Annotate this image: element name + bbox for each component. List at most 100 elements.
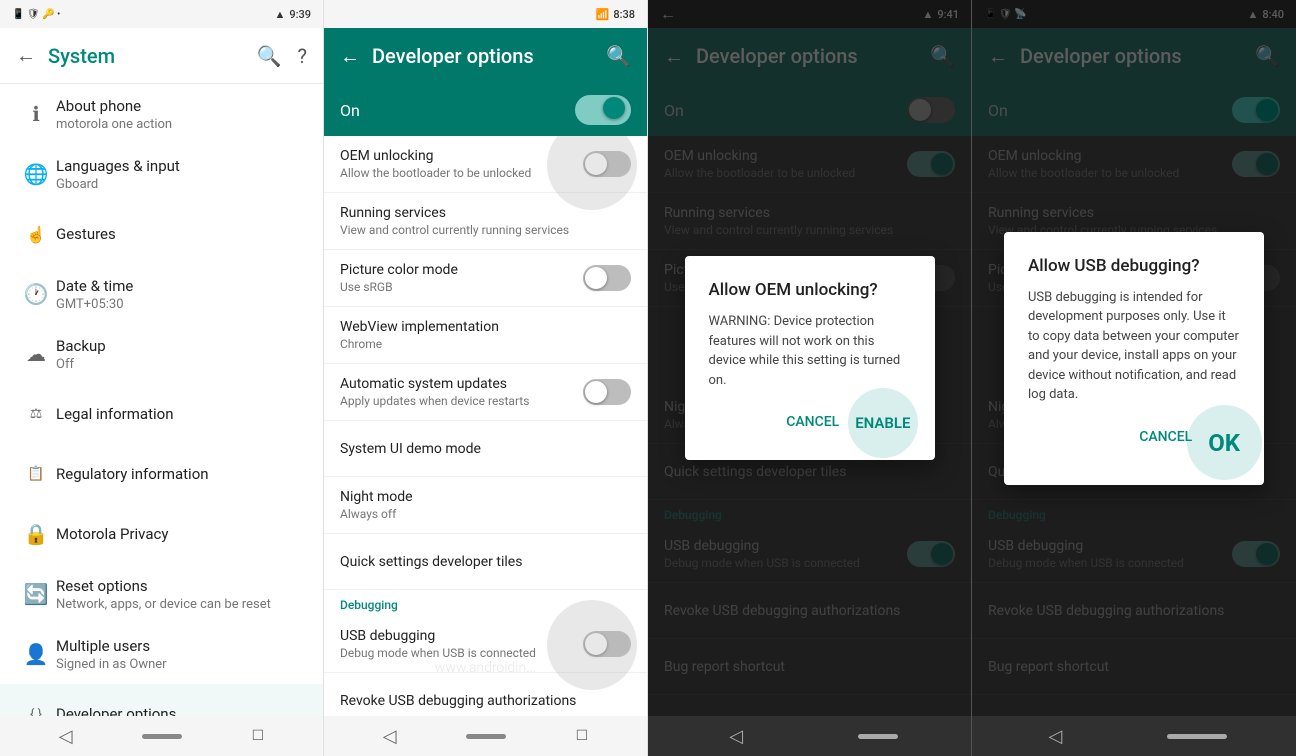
oem-sub-2: Allow the bootloader to be unlocked	[340, 166, 531, 180]
nav-home-3[interactable]	[858, 734, 898, 739]
help-icon-1[interactable]: ?	[298, 44, 307, 68]
nav-back-2[interactable]: ◁	[375, 722, 405, 751]
regulatory-title: Regulatory information	[56, 465, 307, 483]
auto-updates-2[interactable]: Automatic system updates Apply updates w…	[324, 364, 647, 421]
menu-item-datetime[interactable]: 🕐 Date & time GMT+05:30	[0, 264, 323, 324]
menu-item-about[interactable]: ℹ About phone motorola one action	[0, 84, 323, 144]
dev-toggle-2[interactable]	[575, 95, 631, 125]
panel-developer-options: 📶 8:38 ← Developer options 🔍 On OEM unlo…	[324, 0, 648, 756]
users-title: Multiple users	[56, 637, 307, 655]
pc-toggle-2[interactable]	[583, 265, 631, 291]
app-bar-icons-1: 🔍 ?	[257, 44, 307, 68]
ok-btn-container: OK	[1208, 425, 1240, 461]
menu-item-users[interactable]: 👤 Multiple users Signed in as Owner	[0, 624, 323, 684]
usb-cancel-btn[interactable]: Cancel	[1139, 425, 1192, 461]
languages-icon: 🌐	[16, 162, 56, 186]
about-icon: ℹ	[16, 102, 56, 126]
usb-circle-overlay-2	[547, 600, 637, 690]
oem-dialog-body: WARNING: Device protection features will…	[709, 312, 911, 390]
menu-item-gestures[interactable]: ☝ Gestures	[0, 204, 323, 264]
oem-cancel-btn[interactable]: Cancel	[786, 410, 839, 436]
datetime-sub: GMT+05:30	[56, 297, 307, 312]
au-title-2: Automatic system updates	[340, 376, 529, 392]
users-icon: 👤	[16, 642, 56, 666]
time-1: 9:39	[289, 8, 311, 21]
menu-item-backup[interactable]: ☁ Backup Off	[0, 324, 323, 384]
reset-title: Reset options	[56, 577, 307, 595]
backup-icon: ☁	[16, 342, 56, 366]
about-sub: motorola one action	[56, 117, 307, 132]
nav-home-2[interactable]	[466, 734, 506, 739]
settings-list-1: ℹ About phone motorola one action 🌐 Lang…	[0, 84, 323, 716]
reset-sub: Network, apps, or device can be reset	[56, 597, 307, 612]
wifi-icon-1: ▲	[274, 8, 285, 21]
time-2: 8:38	[613, 8, 635, 21]
legal-icon: ⚖	[16, 406, 56, 422]
pc-sub-2: Use sRGB	[340, 280, 458, 294]
status-bar-1: 📱 🛡 🔑 • ▲ 9:39	[0, 0, 323, 28]
oem-enable-btn[interactable]: Enable	[855, 410, 910, 436]
search-icon-2[interactable]: 🔍	[606, 44, 631, 68]
nav-bar-4: ◁	[972, 716, 1296, 756]
wv-title-2: WebView implementation	[340, 319, 631, 335]
nm-sub-2: Always off	[340, 507, 631, 521]
nav-bar-3: ◁	[648, 716, 971, 756]
nav-home-4[interactable]	[1167, 734, 1227, 739]
back-button-2[interactable]: ←	[340, 44, 360, 69]
oem-dialog-title: Allow OEM unlocking?	[709, 280, 911, 300]
status-right-1: ▲ 9:39	[274, 8, 311, 21]
usb-dialog-title: Allow USB debugging?	[1028, 256, 1240, 276]
app-bar-1: ← System 🔍 ?	[0, 28, 323, 84]
ui-demo-2[interactable]: System UI demo mode	[324, 421, 647, 477]
webview-2[interactable]: WebView implementation Chrome	[324, 307, 647, 364]
users-sub: Signed in as Owner	[56, 657, 307, 672]
app-bar-title-1: System	[48, 44, 115, 68]
backup-title: Backup	[56, 337, 307, 355]
search-icon-1[interactable]: 🔍	[257, 44, 282, 68]
dev-on-label-2: On	[340, 101, 575, 120]
nav-back-4[interactable]: ◁	[1041, 722, 1071, 751]
app-bar-2: ← Developer options 🔍	[324, 28, 647, 84]
wv-sub-2: Chrome	[340, 337, 631, 351]
regulatory-icon: 📋	[16, 466, 56, 482]
oem-title-2: OEM unlocking	[340, 148, 531, 164]
rv-title-2: Revoke USB debugging authorizations	[340, 693, 631, 709]
usb-dialog-actions: Cancel OK	[1028, 425, 1240, 461]
wifi-icon-2: 📶	[596, 8, 610, 21]
dev-on-header-2: On	[324, 84, 647, 136]
status-bar-2: 📶 8:38	[324, 0, 647, 28]
qs-tiles-2[interactable]: Quick settings developer tiles	[324, 534, 647, 590]
oem-row-container: OEM unlocking Allow the bootloader to be…	[324, 136, 647, 193]
menu-item-developer[interactable]: { } Developer options	[0, 684, 323, 716]
usb-dialog: Allow USB debugging? USB debugging is in…	[1004, 232, 1264, 485]
usb-row-container: USB debugging Debug mode when USB is con…	[324, 616, 647, 673]
panel-usb-dialog: 📱 🛡 📡 ▲ 8:40 ← Developer options 🔍 On OE…	[972, 0, 1296, 756]
menu-item-privacy[interactable]: 🔒 Motorola Privacy	[0, 504, 323, 564]
nav-home-1[interactable]	[142, 734, 182, 739]
oem-dialog-actions: Cancel Enable	[709, 410, 911, 436]
legal-title: Legal information	[56, 405, 307, 423]
usb-ok-btn[interactable]: OK	[1208, 425, 1240, 461]
menu-item-languages[interactable]: 🌐 Languages & input Gboard	[0, 144, 323, 204]
menu-item-legal[interactable]: ⚖ Legal information	[0, 384, 323, 444]
datetime-title: Date & time	[56, 277, 307, 295]
usb-dialog-overlay: Allow USB debugging? USB debugging is in…	[972, 0, 1296, 716]
nav-back-1[interactable]: ◁	[51, 722, 81, 751]
picture-color-2[interactable]: Picture color mode Use sRGB	[324, 250, 647, 307]
gestures-title: Gestures	[56, 225, 307, 243]
about-title: About phone	[56, 97, 307, 115]
developer-icon: { }	[16, 707, 56, 717]
nav-square-1[interactable]: ☐	[244, 724, 273, 748]
menu-item-regulatory[interactable]: 📋 Regulatory information	[0, 444, 323, 504]
au-toggle-2[interactable]	[583, 379, 631, 405]
usb-sub-2: Debug mode when USB is connected	[340, 646, 536, 660]
au-sub-2: Apply updates when device restarts	[340, 394, 529, 408]
menu-item-reset[interactable]: 🔄 Reset options Network, apps, or device…	[0, 564, 323, 624]
back-button-1[interactable]: ←	[16, 43, 36, 68]
nav-square-2[interactable]: ☐	[568, 724, 597, 748]
nav-back-3[interactable]: ◁	[721, 722, 751, 751]
oem-dialog: Allow OEM unlocking? WARNING: Device pro…	[685, 256, 935, 460]
status-right-2: 📶 8:38	[596, 8, 635, 21]
night-mode-2[interactable]: Night mode Always off	[324, 477, 647, 534]
notification-icons-1: 📱 🛡 🔑 •	[12, 9, 60, 20]
